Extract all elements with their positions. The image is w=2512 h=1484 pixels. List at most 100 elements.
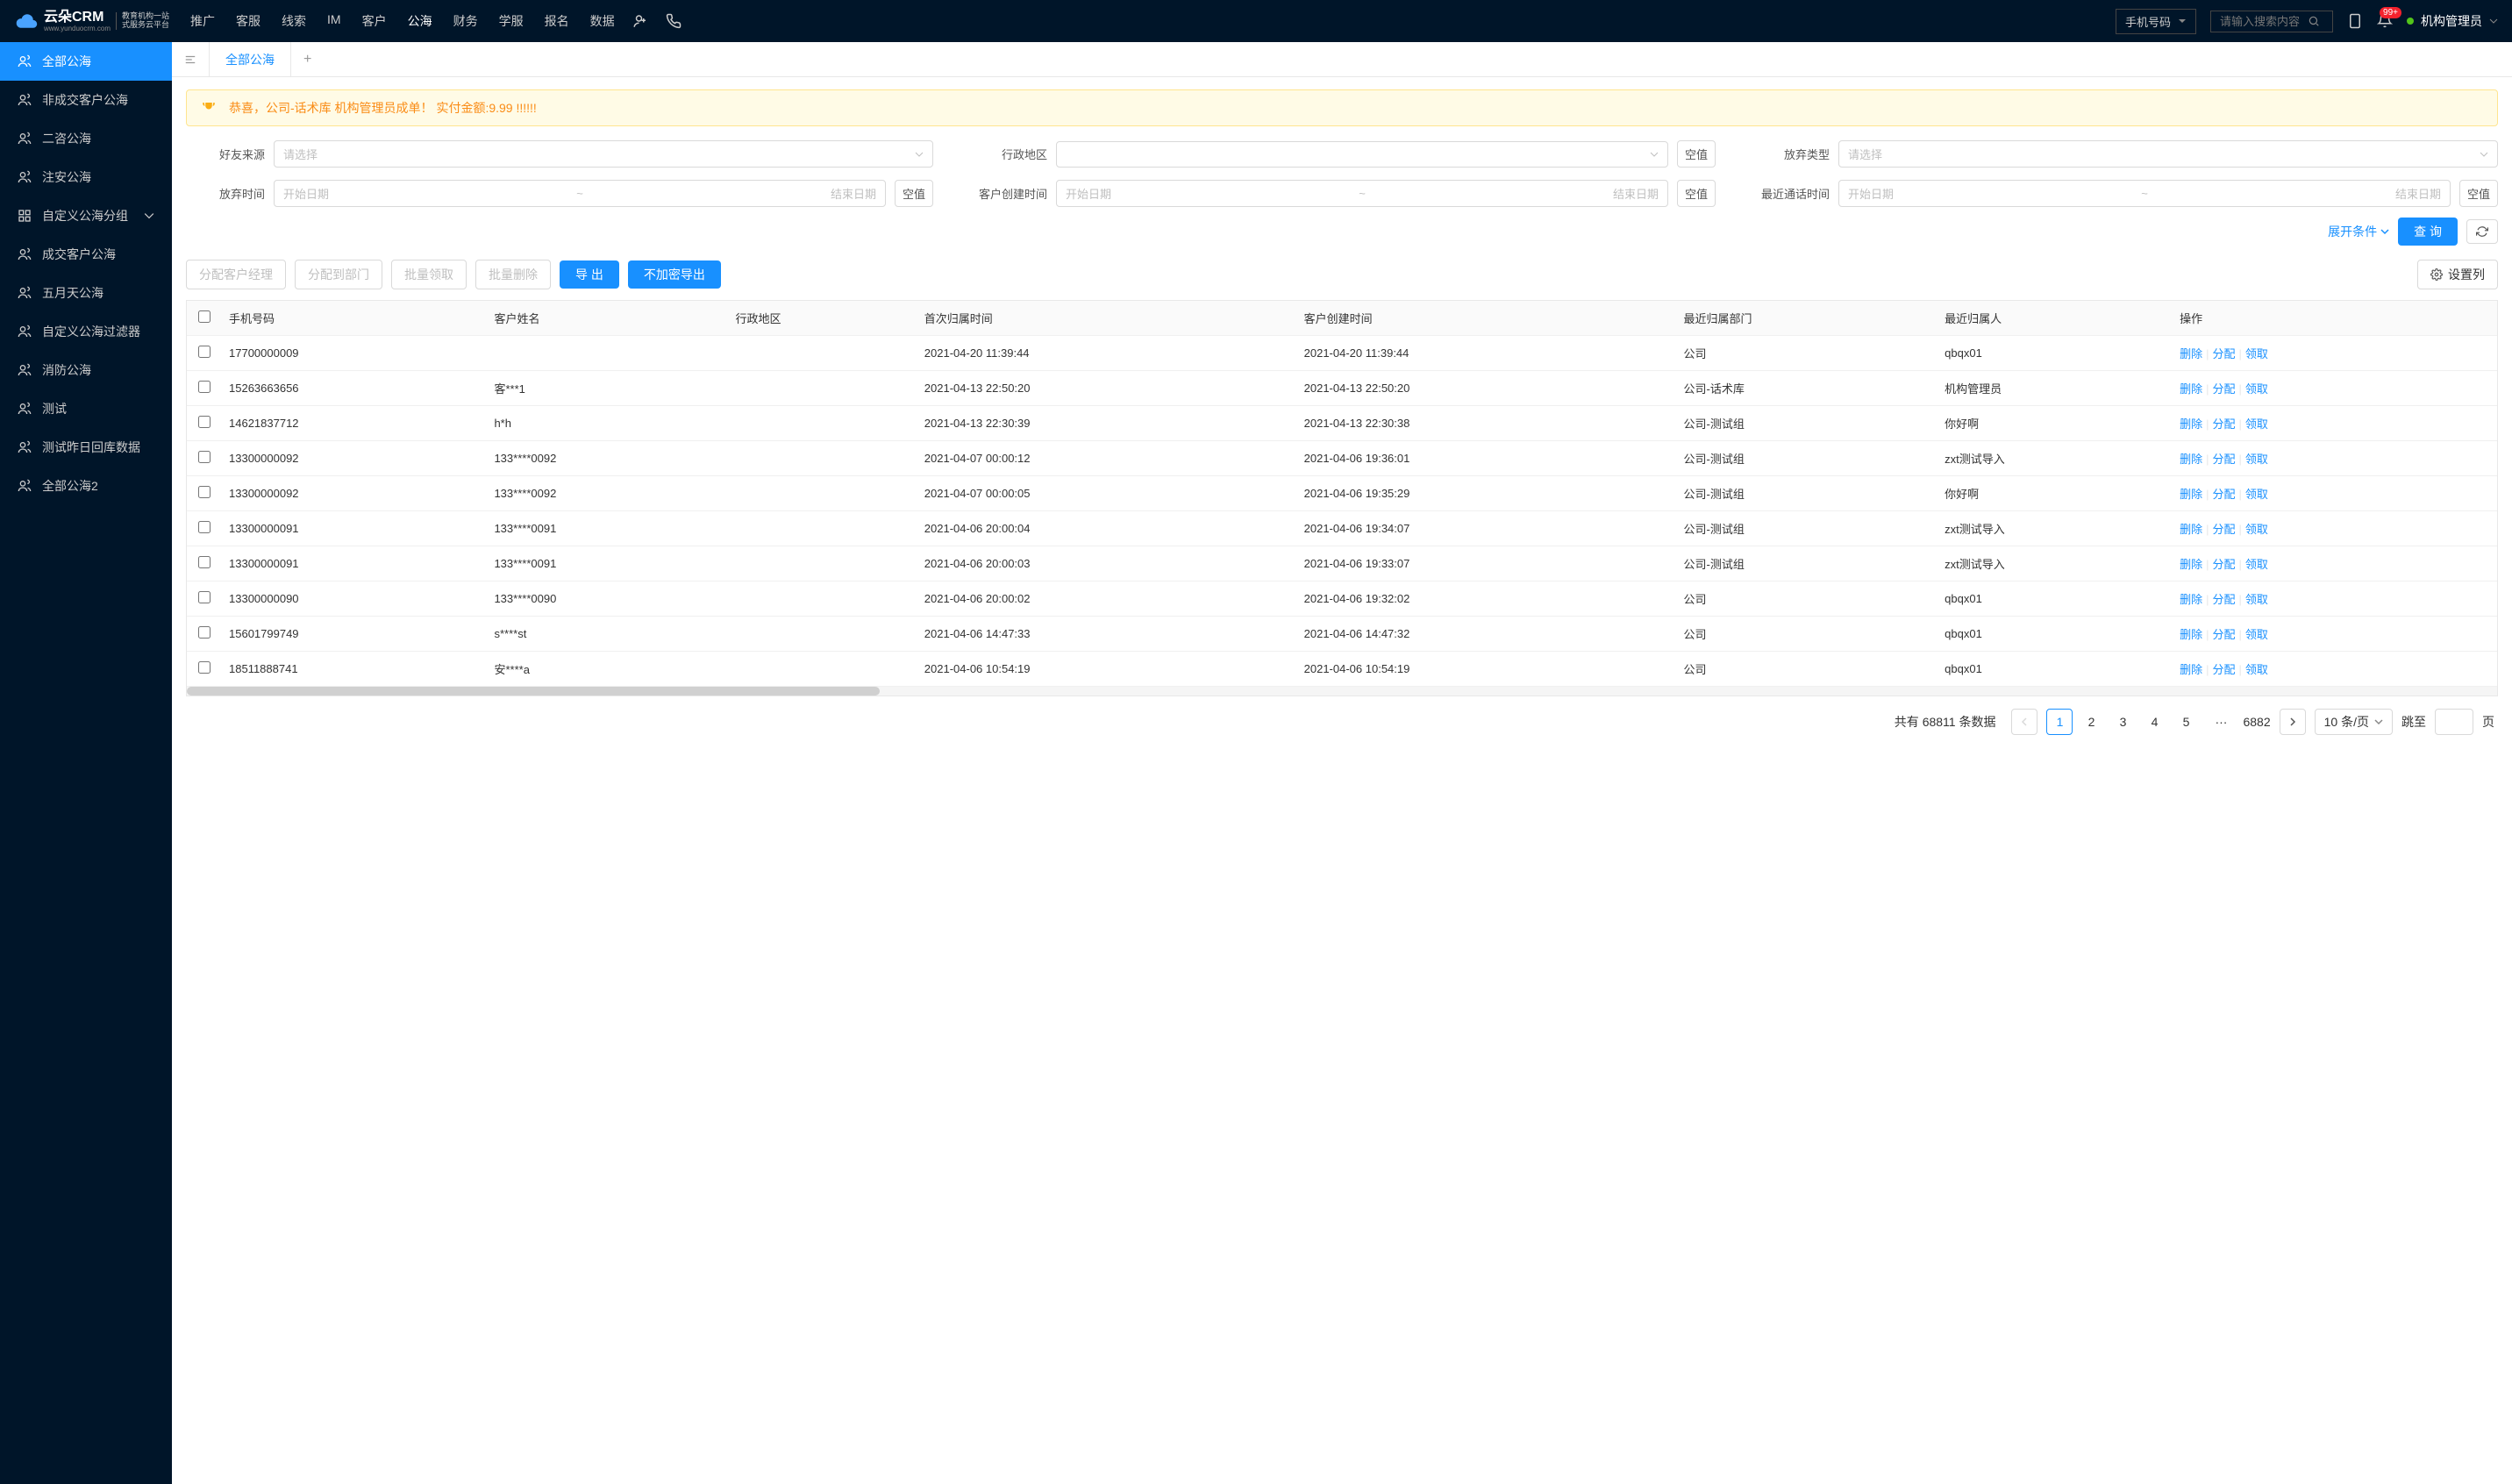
op-分配[interactable]: 分配 [2212, 382, 2235, 396]
nav-item-1[interactable]: 客服 [236, 12, 260, 30]
tab-0[interactable]: 全部公海 [210, 42, 291, 76]
set-columns-button[interactable]: 设置列 [2417, 260, 2498, 289]
sidebar-item-1[interactable]: 非成交客户公海 [0, 81, 172, 119]
op-删除[interactable]: 删除 [2180, 347, 2202, 360]
op-删除[interactable]: 删除 [2180, 417, 2202, 431]
sidebar-item-3[interactable]: 注安公海 [0, 158, 172, 196]
op-分配[interactable]: 分配 [2212, 453, 2235, 466]
page-next[interactable] [2280, 709, 2306, 735]
op-领取[interactable]: 领取 [2245, 558, 2268, 571]
action-分配客户经理[interactable]: 分配客户经理 [186, 260, 286, 289]
op-分配[interactable]: 分配 [2212, 558, 2235, 571]
notification-bell[interactable]: 99+ [2377, 12, 2393, 31]
op-删除[interactable]: 删除 [2180, 382, 2202, 396]
query-button[interactable]: 查 询 [2398, 218, 2458, 246]
action-批量领取[interactable]: 批量领取 [391, 260, 467, 289]
op-删除[interactable]: 删除 [2180, 628, 2202, 641]
op-分配[interactable]: 分配 [2212, 417, 2235, 431]
row-checkbox[interactable] [198, 381, 211, 393]
action-不加密导出[interactable]: 不加密导出 [628, 260, 721, 289]
sidebar-item-5[interactable]: 成交客户公海 [0, 235, 172, 274]
sidebar-item-0[interactable]: 全部公海 [0, 42, 172, 81]
nav-item-3[interactable]: IM [327, 12, 341, 30]
page-2[interactable]: 2 [2078, 709, 2104, 735]
filter-select[interactable]: 请选择 [274, 140, 933, 168]
row-checkbox[interactable] [198, 556, 211, 568]
row-checkbox[interactable] [198, 346, 211, 358]
select-all-checkbox[interactable] [198, 310, 211, 323]
op-删除[interactable]: 删除 [2180, 453, 2202, 466]
op-删除[interactable]: 删除 [2180, 593, 2202, 606]
search-icon[interactable] [2308, 15, 2320, 27]
op-领取[interactable]: 领取 [2245, 347, 2268, 360]
nav-item-2[interactable]: 线索 [282, 12, 306, 30]
filter-select[interactable]: 请选择 [1838, 140, 2498, 168]
date-range[interactable]: 开始日期~结束日期 [274, 180, 886, 207]
sidebar-item-8[interactable]: 消防公海 [0, 351, 172, 389]
sidebar-item-2[interactable]: 二咨公海 [0, 119, 172, 158]
row-checkbox[interactable] [198, 416, 211, 428]
page-3[interactable]: 3 [2109, 709, 2136, 735]
op-删除[interactable]: 删除 [2180, 523, 2202, 536]
user-menu[interactable]: 机构管理员 [2407, 12, 2498, 30]
nav-item-0[interactable]: 推广 [190, 12, 215, 30]
add-user-icon[interactable] [632, 13, 648, 29]
null-button[interactable]: 空值 [1677, 140, 1716, 168]
op-分配[interactable]: 分配 [2212, 628, 2235, 641]
row-checkbox[interactable] [198, 451, 211, 463]
date-range[interactable]: 开始日期~结束日期 [1056, 180, 1668, 207]
page-prev[interactable] [2011, 709, 2037, 735]
date-range[interactable]: 开始日期~结束日期 [1838, 180, 2451, 207]
refresh-button[interactable] [2466, 219, 2498, 244]
filter-select[interactable] [1056, 141, 1668, 168]
null-button[interactable]: 空值 [895, 180, 933, 207]
op-分配[interactable]: 分配 [2212, 347, 2235, 360]
null-button[interactable]: 空值 [1677, 180, 1716, 207]
op-分配[interactable]: 分配 [2212, 523, 2235, 536]
sidebar-item-9[interactable]: 测试 [0, 389, 172, 428]
expand-filters-button[interactable]: 展开条件 [2328, 223, 2389, 240]
sidebar-item-6[interactable]: 五月天公海 [0, 274, 172, 312]
op-领取[interactable]: 领取 [2245, 628, 2268, 641]
page-5[interactable]: 5 [2173, 709, 2199, 735]
row-checkbox[interactable] [198, 591, 211, 603]
page-last[interactable]: 6882 [2243, 709, 2270, 735]
op-分配[interactable]: 分配 [2212, 488, 2235, 501]
search-input[interactable] [2220, 15, 2308, 28]
tabs-collapse-button[interactable] [172, 42, 210, 76]
action-批量删除[interactable]: 批量删除 [475, 260, 551, 289]
sidebar-item-4[interactable]: 自定义公海分组 [0, 196, 172, 235]
op-分配[interactable]: 分配 [2212, 593, 2235, 606]
nav-item-5[interactable]: 公海 [408, 12, 432, 30]
op-领取[interactable]: 领取 [2245, 382, 2268, 396]
sidebar-item-10[interactable]: 测试昨日回库数据 [0, 428, 172, 467]
row-checkbox[interactable] [198, 486, 211, 498]
nav-item-6[interactable]: 财务 [453, 12, 478, 30]
op-领取[interactable]: 领取 [2245, 523, 2268, 536]
op-分配[interactable]: 分配 [2212, 663, 2235, 676]
op-删除[interactable]: 删除 [2180, 488, 2202, 501]
sidebar-item-11[interactable]: 全部公海2 [0, 467, 172, 505]
row-checkbox[interactable] [198, 661, 211, 674]
nav-item-7[interactable]: 学服 [499, 12, 524, 30]
op-领取[interactable]: 领取 [2245, 663, 2268, 676]
nav-item-8[interactable]: 报名 [545, 12, 569, 30]
op-领取[interactable]: 领取 [2245, 453, 2268, 466]
nav-item-4[interactable]: 客户 [362, 12, 387, 30]
op-领取[interactable]: 领取 [2245, 593, 2268, 606]
action-分配到部门[interactable]: 分配到部门 [295, 260, 382, 289]
action-导 出[interactable]: 导 出 [560, 260, 619, 289]
tablet-icon[interactable] [2347, 13, 2363, 29]
op-领取[interactable]: 领取 [2245, 488, 2268, 501]
search-type-select[interactable]: 手机号码 [2116, 9, 2196, 34]
phone-icon[interactable] [666, 13, 682, 29]
page-size-select[interactable]: 10 条/页 [2315, 709, 2393, 735]
page-ellipsis[interactable]: ··· [2208, 709, 2234, 735]
sidebar-item-7[interactable]: 自定义公海过滤器 [0, 312, 172, 351]
null-button[interactable]: 空值 [2459, 180, 2498, 207]
row-checkbox[interactable] [198, 521, 211, 533]
page-1[interactable]: 1 [2046, 709, 2073, 735]
op-领取[interactable]: 领取 [2245, 417, 2268, 431]
op-删除[interactable]: 删除 [2180, 558, 2202, 571]
op-删除[interactable]: 删除 [2180, 663, 2202, 676]
